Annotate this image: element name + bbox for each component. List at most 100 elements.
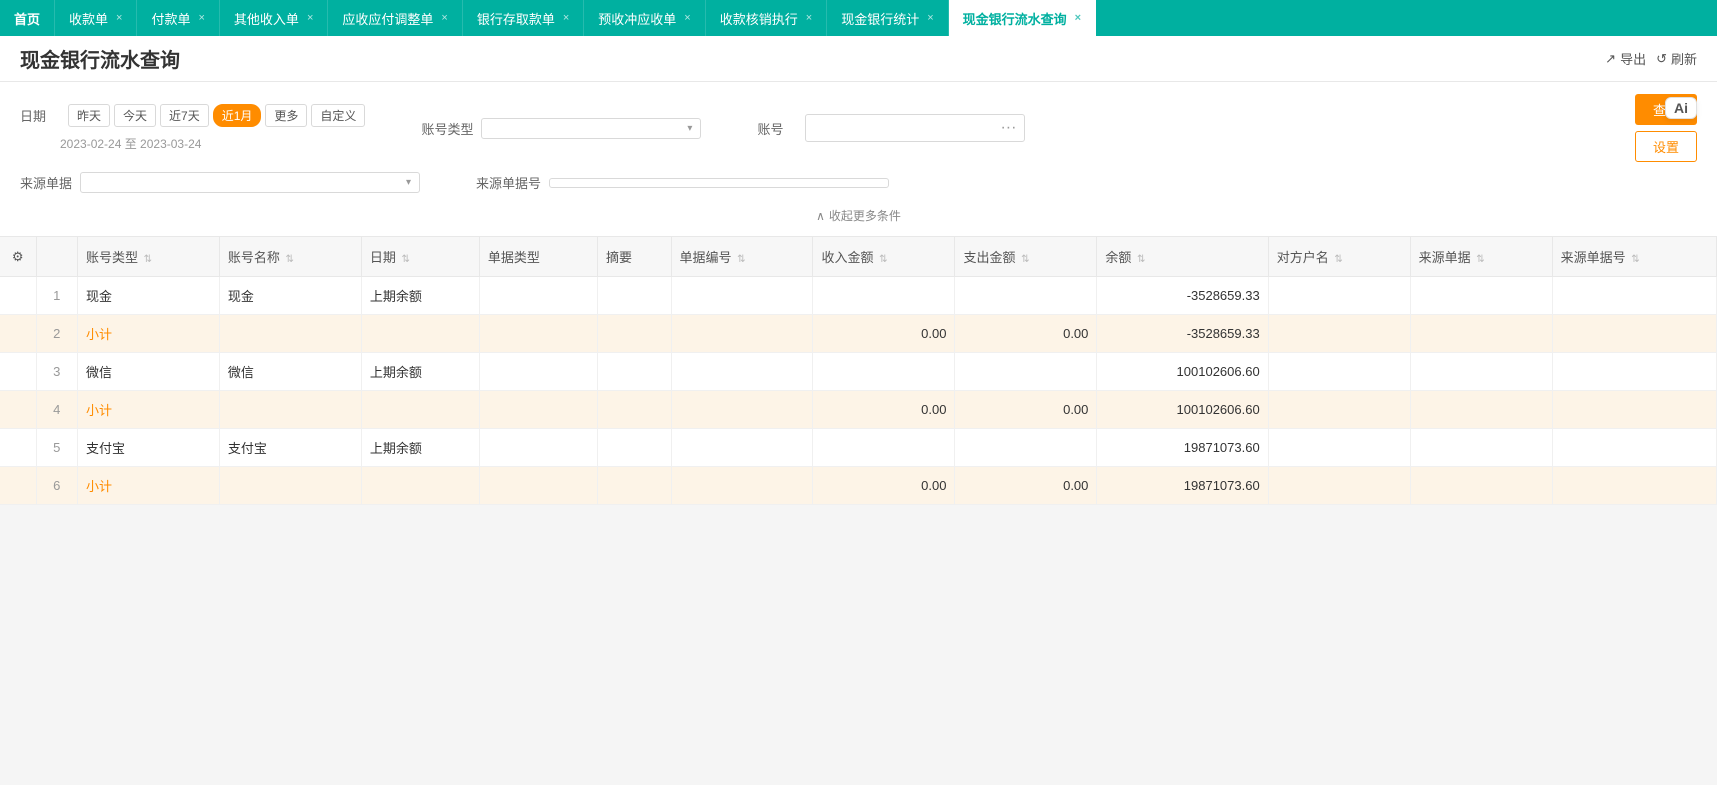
close-bank-deposit-icon[interactable]: ×	[563, 12, 569, 24]
collapse-bar[interactable]: ∧ 收起更多条件	[20, 203, 1697, 228]
close-receipt-icon[interactable]: ×	[116, 12, 122, 24]
cell-source-doc-no	[1552, 391, 1716, 429]
tab-cash-bank-stat-label: 现金银行统计	[841, 9, 919, 28]
cell-account-name: 支付宝	[219, 429, 361, 467]
cell-counterpart	[1268, 277, 1410, 315]
close-ar-adjust-icon[interactable]: ×	[441, 12, 447, 24]
cell-source-doc-no	[1552, 277, 1716, 315]
source-doc-select[interactable]: ▾	[80, 172, 420, 193]
th-gear[interactable]: ⚙	[0, 237, 36, 277]
account-input[interactable]: ···	[805, 114, 1025, 142]
nav-tab-collection-exec[interactable]: 收款核销执行 ×	[706, 0, 827, 36]
cell-account-type: 现金	[77, 277, 219, 315]
tab-pre-offset-label: 预收冲应收单	[598, 9, 676, 28]
cell-doc-type	[479, 315, 597, 353]
table-row[interactable]: 2小计0.000.00-3528659.33	[0, 315, 1717, 353]
cell-source-doc	[1410, 429, 1552, 467]
filter-row-1: 日期 昨天 今天 近7天 近1月 更多 自定义 2023-02-24 至 202…	[20, 94, 1697, 162]
cell-expense: 0.00	[955, 391, 1097, 429]
th-doc-no[interactable]: 单据编号 ⇅	[671, 237, 813, 277]
settings-button[interactable]: 设置	[1635, 131, 1697, 162]
sort-doc-no-icon: ⇅	[737, 254, 745, 265]
nav-tab-home[interactable]: 首页	[0, 0, 55, 36]
cell-index: 2	[36, 315, 77, 353]
nav-tab-payment[interactable]: 付款单 ×	[137, 0, 219, 36]
cell-gear	[0, 277, 36, 315]
nav-tab-other-income[interactable]: 其他收入单 ×	[220, 0, 328, 36]
account-dots-icon[interactable]: ···	[1000, 119, 1016, 137]
nav-tab-cash-bank-flow[interactable]: 现金银行流水查询 ×	[949, 0, 1096, 36]
account-label: 账号	[757, 119, 797, 138]
cell-expense: 0.00	[955, 315, 1097, 353]
source-doc-num-group: 来源单据号	[476, 173, 889, 192]
th-counterpart[interactable]: 对方户名 ⇅	[1268, 237, 1410, 277]
filter-area: 日期 昨天 今天 近7天 近1月 更多 自定义 2023-02-24 至 202…	[0, 82, 1717, 237]
cell-account-name	[219, 467, 361, 505]
close-pre-offset-icon[interactable]: ×	[684, 12, 690, 24]
cell-counterpart	[1268, 467, 1410, 505]
source-doc-num-input[interactable]	[549, 178, 889, 188]
cell-expense: 0.00	[955, 467, 1097, 505]
nav-tab-receipt[interactable]: 收款单 ×	[55, 0, 137, 36]
cell-balance: -3528659.33	[1097, 315, 1268, 353]
close-collection-exec-icon[interactable]: ×	[806, 12, 812, 24]
cell-income	[813, 353, 955, 391]
th-date[interactable]: 日期 ⇅	[361, 237, 479, 277]
source-doc-group: 来源单据 ▾	[20, 172, 420, 193]
th-balance[interactable]: 余额 ⇅	[1097, 237, 1268, 277]
th-expense[interactable]: 支出金额 ⇅	[955, 237, 1097, 277]
date-btn-1month[interactable]: 近1月	[213, 104, 262, 127]
account-type-select[interactable]: ▾	[481, 118, 701, 139]
nav-tab-cash-bank-stat[interactable]: 现金银行统计 ×	[827, 0, 948, 36]
cell-source-doc	[1410, 391, 1552, 429]
cell-gear	[0, 467, 36, 505]
close-other-income-icon[interactable]: ×	[307, 12, 313, 24]
source-doc-label: 来源单据	[20, 173, 72, 192]
date-btn-7days[interactable]: 近7天	[160, 104, 209, 127]
close-cash-bank-stat-icon[interactable]: ×	[927, 12, 933, 24]
cell-date	[361, 315, 479, 353]
table-row[interactable]: 3微信微信上期余额100102606.60	[0, 353, 1717, 391]
ai-badge[interactable]: Ai	[1665, 97, 1697, 119]
refresh-button[interactable]: ↺ 刷新	[1656, 49, 1697, 68]
collapse-label: 收起更多条件	[829, 207, 901, 224]
header-actions: ↗ 导出 ↺ 刷新	[1605, 49, 1697, 68]
source-doc-num-label: 来源单据号	[476, 173, 541, 192]
table-row[interactable]: 5支付宝支付宝上期余额19871073.60	[0, 429, 1717, 467]
refresh-icon: ↺	[1656, 51, 1667, 67]
date-btn-more[interactable]: 更多	[265, 104, 307, 127]
nav-tab-ar-adjust[interactable]: 应收应付调整单 ×	[328, 0, 462, 36]
th-account-type[interactable]: 账号类型 ⇅	[77, 237, 219, 277]
th-source-doc-no[interactable]: 来源单据号 ⇅	[1552, 237, 1716, 277]
th-income[interactable]: 收入金额 ⇅	[813, 237, 955, 277]
cell-index: 1	[36, 277, 77, 315]
date-btn-yesterday[interactable]: 昨天	[68, 104, 110, 127]
date-btn-today[interactable]: 今天	[114, 104, 156, 127]
sort-source-doc-icon: ⇅	[1476, 254, 1484, 265]
nav-tab-pre-offset[interactable]: 预收冲应收单 ×	[584, 0, 705, 36]
cell-account-name	[219, 391, 361, 429]
table-row[interactable]: 1现金现金上期余额-3528659.33	[0, 277, 1717, 315]
th-index	[36, 237, 77, 277]
sort-account-name-icon: ⇅	[286, 254, 294, 265]
cell-gear	[0, 315, 36, 353]
date-btn-custom[interactable]: 自定义	[311, 104, 365, 127]
cell-date: 上期余额	[361, 353, 479, 391]
account-type-group: 账号类型 ▾	[421, 118, 701, 139]
close-payment-icon[interactable]: ×	[198, 12, 204, 24]
nav-tab-bank-deposit[interactable]: 银行存取款单 ×	[463, 0, 584, 36]
tab-receipt-label: 收款单	[69, 9, 108, 28]
close-cash-bank-flow-icon[interactable]: ×	[1075, 12, 1081, 24]
table-row[interactable]: 4小计0.000.00100102606.60	[0, 391, 1717, 429]
cell-gear	[0, 353, 36, 391]
cell-gear	[0, 391, 36, 429]
th-source-doc[interactable]: 来源单据 ⇅	[1410, 237, 1552, 277]
export-button[interactable]: ↗ 导出	[1605, 49, 1646, 68]
date-range-display: 2023-02-24 至 2023-03-24	[60, 135, 365, 152]
th-account-name[interactable]: 账号名称 ⇅	[219, 237, 361, 277]
cell-expense	[955, 429, 1097, 467]
table-row[interactable]: 6小计0.000.0019871073.60	[0, 467, 1717, 505]
cell-balance: 19871073.60	[1097, 467, 1268, 505]
cell-doc-no	[671, 353, 813, 391]
cell-account-type: 小计	[77, 315, 219, 353]
